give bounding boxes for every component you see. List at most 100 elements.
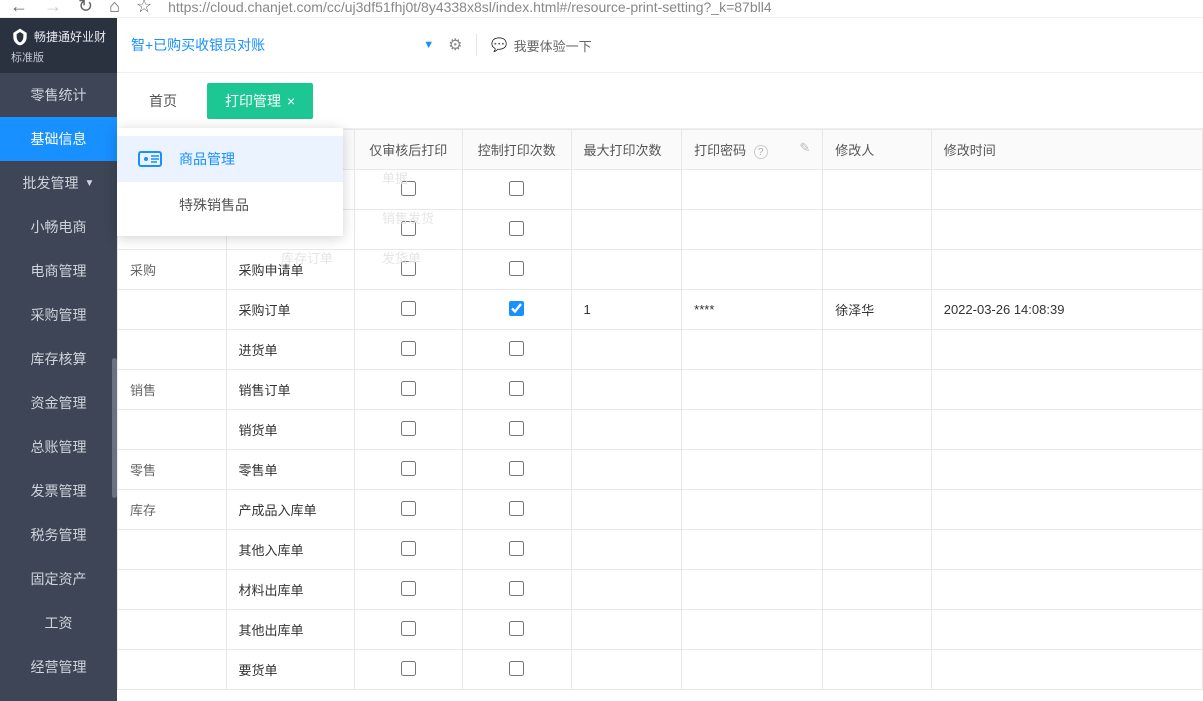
after-audit-checkbox[interactable] [401, 381, 416, 396]
cell-max-count[interactable] [571, 250, 682, 290]
control-count-checkbox[interactable] [509, 341, 524, 356]
cell-max-count[interactable] [571, 170, 682, 210]
flyout-item-1[interactable]: 特殊销售品 [117, 182, 343, 228]
cell-document: 采购订单 [226, 290, 354, 330]
cell-password[interactable] [682, 370, 823, 410]
sidebar-item-label: 固定资产 [31, 569, 87, 589]
sidebar-item-7[interactable]: 资金管理 [0, 381, 117, 425]
control-count-checkbox[interactable] [509, 581, 524, 596]
cell-max-count[interactable] [571, 650, 682, 690]
cell-after-audit [354, 610, 463, 650]
cell-max-count[interactable]: 1 [571, 290, 682, 330]
org-selector[interactable]: 智+已购买收银员对账 ▼ [131, 35, 434, 55]
close-icon[interactable]: × [287, 93, 295, 109]
cell-password[interactable] [682, 530, 823, 570]
sidebar-item-2[interactable]: 批发管理▼ [0, 161, 117, 205]
address-bar[interactable]: https://cloud.chanjet.com/cc/uj3df51fhj0… [168, 0, 772, 15]
edit-icon[interactable]: ✎ [799, 140, 810, 156]
org-name: 智+已购买收银员对账 [131, 35, 265, 55]
control-count-checkbox[interactable] [509, 461, 524, 476]
sidebar-item-13[interactable]: 经营管理 [0, 645, 117, 689]
cell-password[interactable] [682, 250, 823, 290]
sidebar-item-5[interactable]: 采购管理 [0, 293, 117, 337]
cell-category [118, 290, 227, 330]
experience-link[interactable]: 💬 我要体验一下 [491, 36, 591, 55]
control-count-checkbox[interactable] [509, 301, 524, 316]
cell-password[interactable] [682, 410, 823, 450]
home-icon[interactable]: ⌂ [109, 0, 120, 17]
cell-after-audit [354, 210, 463, 250]
cell-max-count[interactable] [571, 530, 682, 570]
after-audit-checkbox[interactable] [401, 221, 416, 236]
sidebar-item-10[interactable]: 税务管理 [0, 513, 117, 557]
tab-1[interactable]: 打印管理× [207, 83, 313, 119]
sidebar-item-8[interactable]: 总账管理 [0, 425, 117, 469]
back-icon[interactable]: ← [10, 0, 28, 17]
control-count-checkbox[interactable] [509, 541, 524, 556]
cell-category: 采购 [118, 250, 227, 290]
control-count-checkbox[interactable] [509, 421, 524, 436]
table-row: 销货单 [118, 410, 1203, 450]
cell-max-count[interactable] [571, 570, 682, 610]
sidebar-item-label: 批发管理 [23, 173, 79, 193]
control-count-checkbox[interactable] [509, 501, 524, 516]
cell-password[interactable] [682, 490, 823, 530]
after-audit-checkbox[interactable] [401, 461, 416, 476]
sidebar-item-3[interactable]: 小畅电商 [0, 205, 117, 249]
table-row: 采购采购申请单 [118, 250, 1203, 290]
tab-0[interactable]: 首页 [131, 83, 195, 119]
cell-max-count[interactable] [571, 370, 682, 410]
after-audit-checkbox[interactable] [401, 341, 416, 356]
cell-password[interactable] [682, 450, 823, 490]
control-count-checkbox[interactable] [509, 661, 524, 676]
tab-bar: 首页打印管理× [117, 73, 1203, 128]
cell-max-count[interactable] [571, 610, 682, 650]
after-audit-checkbox[interactable] [401, 261, 416, 276]
after-audit-checkbox[interactable] [401, 421, 416, 436]
after-audit-checkbox[interactable] [401, 181, 416, 196]
col-modify-time: 修改时间 [931, 130, 1202, 170]
flyout-item-0[interactable]: 商品管理 [117, 136, 343, 182]
cell-password[interactable] [682, 570, 823, 610]
gear-icon[interactable]: ⚙ [448, 35, 462, 55]
after-audit-checkbox[interactable] [401, 621, 416, 636]
sidebar-item-0[interactable]: 零售统计 [0, 73, 117, 117]
after-audit-checkbox[interactable] [401, 541, 416, 556]
cell-document: 零售单 [226, 450, 354, 490]
cell-after-audit [354, 170, 463, 210]
cell-max-count[interactable] [571, 210, 682, 250]
cell-password[interactable] [682, 210, 823, 250]
cell-control-count [463, 170, 572, 210]
cell-password[interactable] [682, 650, 823, 690]
browser-toolbar: ← → ↻ ⌂ ☆ https://cloud.chanjet.com/cc/u… [0, 0, 1203, 18]
control-count-checkbox[interactable] [509, 181, 524, 196]
cell-password[interactable] [682, 330, 823, 370]
after-audit-checkbox[interactable] [401, 661, 416, 676]
control-count-checkbox[interactable] [509, 221, 524, 236]
cell-max-count[interactable] [571, 330, 682, 370]
sidebar-item-11[interactable]: 固定资产 [0, 557, 117, 601]
control-count-checkbox[interactable] [509, 621, 524, 636]
star-icon[interactable]: ☆ [136, 0, 152, 17]
control-count-checkbox[interactable] [509, 261, 524, 276]
cell-max-count[interactable] [571, 450, 682, 490]
sidebar-item-12[interactable]: 工资 [0, 601, 117, 645]
control-count-checkbox[interactable] [509, 381, 524, 396]
help-icon[interactable]: ? [754, 145, 768, 159]
sidebar-item-1[interactable]: 基础信息 [0, 117, 117, 161]
cell-password[interactable] [682, 170, 823, 210]
sidebar-item-6[interactable]: 库存核算 [0, 337, 117, 381]
after-audit-checkbox[interactable] [401, 501, 416, 516]
cell-password[interactable]: **** [682, 290, 823, 330]
forward-icon[interactable]: → [44, 0, 62, 17]
cell-max-count[interactable] [571, 490, 682, 530]
sidebar-item-4[interactable]: 电商管理 [0, 249, 117, 293]
col-control-count: 控制打印次数 [463, 130, 572, 170]
after-audit-checkbox[interactable] [401, 301, 416, 316]
after-audit-checkbox[interactable] [401, 581, 416, 596]
cell-password[interactable] [682, 610, 823, 650]
cell-after-audit [354, 250, 463, 290]
cell-max-count[interactable] [571, 410, 682, 450]
refresh-icon[interactable]: ↻ [78, 0, 93, 17]
sidebar-item-9[interactable]: 发票管理 [0, 469, 117, 513]
